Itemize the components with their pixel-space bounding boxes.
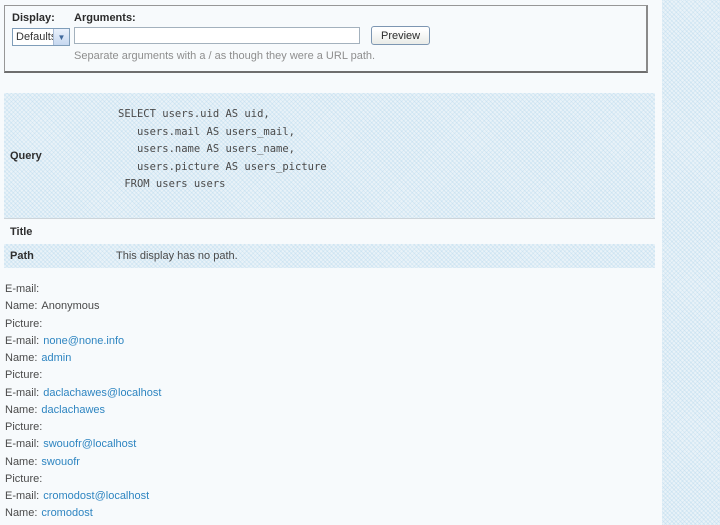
path-row-value: This display has no path.	[116, 250, 238, 262]
name-field-line: Name: Anonymous	[5, 298, 662, 315]
query-row: Query SELECT users.uid AS uid, users.mai…	[4, 93, 655, 218]
name-field-line: Name: cromodost	[5, 505, 662, 522]
name-field-label: Name:	[5, 352, 38, 364]
email-link[interactable]: cromodost@localhost	[43, 490, 149, 502]
email-link[interactable]: swouofr@localhost	[43, 438, 136, 450]
query-row-label: Query	[10, 149, 42, 162]
name-field-label: Name:	[5, 403, 38, 416]
views-preview-page: { "controls": { "display_label": "Displa…	[0, 0, 720, 525]
email-field-label: E-mail:	[5, 438, 40, 451]
arguments-input[interactable]	[74, 27, 360, 44]
user-record: E-mail: cromodost@localhost Name: cromodos…	[5, 488, 662, 525]
picture-field-label: Picture:	[5, 421, 43, 433]
display-label: Display:	[12, 12, 55, 24]
title-row-label: Title	[10, 225, 33, 238]
email-field-label: E-mail:	[5, 490, 40, 502]
sql-line: users.picture AS users_picture	[118, 160, 327, 173]
name-field-line: Name: admin	[5, 350, 662, 367]
arguments-row: Preview	[74, 26, 639, 45]
arguments-help-text: Separate arguments with a / as though th…	[74, 50, 376, 62]
view-summary-table: Query SELECT users.uid AS uid, users.mai…	[4, 93, 655, 268]
path-row: Path This display has no path.	[4, 244, 655, 268]
name-value: Anonymous	[41, 300, 100, 313]
background-texture-band	[662, 0, 720, 525]
sql-line: users.name AS users_name,	[118, 143, 296, 155]
display-column: Display: Defaults ▼	[12, 12, 74, 62]
title-row-value	[116, 219, 655, 244]
name-link[interactable]: daclachawes	[41, 404, 105, 416]
name-field-line: Name: swouofr	[5, 454, 662, 471]
preview-controls-fieldset: Display: Defaults ▼ Arguments: Preview S…	[4, 5, 648, 73]
user-record: E-mail: Name: Anonymous Picture:	[5, 281, 662, 333]
path-row-label: Path	[10, 250, 34, 262]
name-link[interactable]: admin	[41, 352, 71, 364]
title-row: Title	[4, 218, 655, 244]
email-field-line: E-mail: cromodost@localhost	[5, 488, 662, 505]
email-field-label: E-mail:	[5, 283, 40, 295]
sql-line: SELECT users.uid AS uid,	[118, 108, 270, 120]
user-record: E-mail: none@none.info Name: admin Picture…	[5, 333, 662, 385]
picture-field-label: Picture:	[5, 369, 43, 382]
query-sql-block: SELECT users.uid AS uid, users.mail AS u…	[116, 93, 655, 218]
name-field-line: Name: daclachawes	[5, 402, 662, 419]
picture-field-line: Picture:	[5, 419, 662, 436]
picture-field-line: Picture:	[5, 471, 662, 488]
email-link[interactable]: daclachawes@localhost	[43, 387, 161, 399]
picture-field-line: Picture:	[5, 316, 662, 333]
preview-button[interactable]: Preview	[371, 26, 431, 45]
email-field-label: E-mail:	[5, 386, 40, 399]
name-link[interactable]: swouofr	[41, 456, 80, 468]
sql-line: users.mail AS users_mail,	[118, 125, 296, 138]
name-field-label: Name:	[5, 507, 38, 520]
user-record: E-mail: daclachawes@localhost Name: daclac…	[5, 385, 662, 437]
email-field-line: E-mail:	[5, 281, 662, 298]
display-select[interactable]: Defaults ▼	[12, 28, 70, 46]
display-select-value: Defaults	[16, 31, 53, 43]
email-link[interactable]: none@none.info	[43, 335, 124, 347]
user-record: E-mail: swouofr@localhost Name: swouofr Pi…	[5, 436, 662, 488]
name-field-label: Name:	[5, 455, 38, 468]
picture-field-line: Picture:	[5, 367, 662, 384]
email-field-line: E-mail: daclachawes@localhost	[5, 385, 662, 402]
preview-user-list: E-mail: Name: Anonymous Picture: E-mail: n…	[5, 281, 662, 525]
email-field-label: E-mail:	[5, 334, 40, 347]
arguments-label: Arguments:	[74, 12, 136, 24]
chevron-down-icon: ▼	[53, 29, 69, 45]
email-field-line: E-mail: none@none.info	[5, 333, 662, 350]
sql-line: FROM users users	[118, 178, 226, 190]
main-content: Display: Defaults ▼ Arguments: Preview S…	[0, 0, 662, 525]
picture-field-label: Picture:	[5, 472, 43, 485]
arguments-column: Arguments: Preview Separate arguments wi…	[74, 12, 639, 62]
email-field-line: E-mail: swouofr@localhost	[5, 436, 662, 453]
name-link[interactable]: cromodost	[41, 507, 92, 519]
picture-field-label: Picture:	[5, 317, 43, 330]
name-field-label: Name:	[5, 300, 38, 313]
